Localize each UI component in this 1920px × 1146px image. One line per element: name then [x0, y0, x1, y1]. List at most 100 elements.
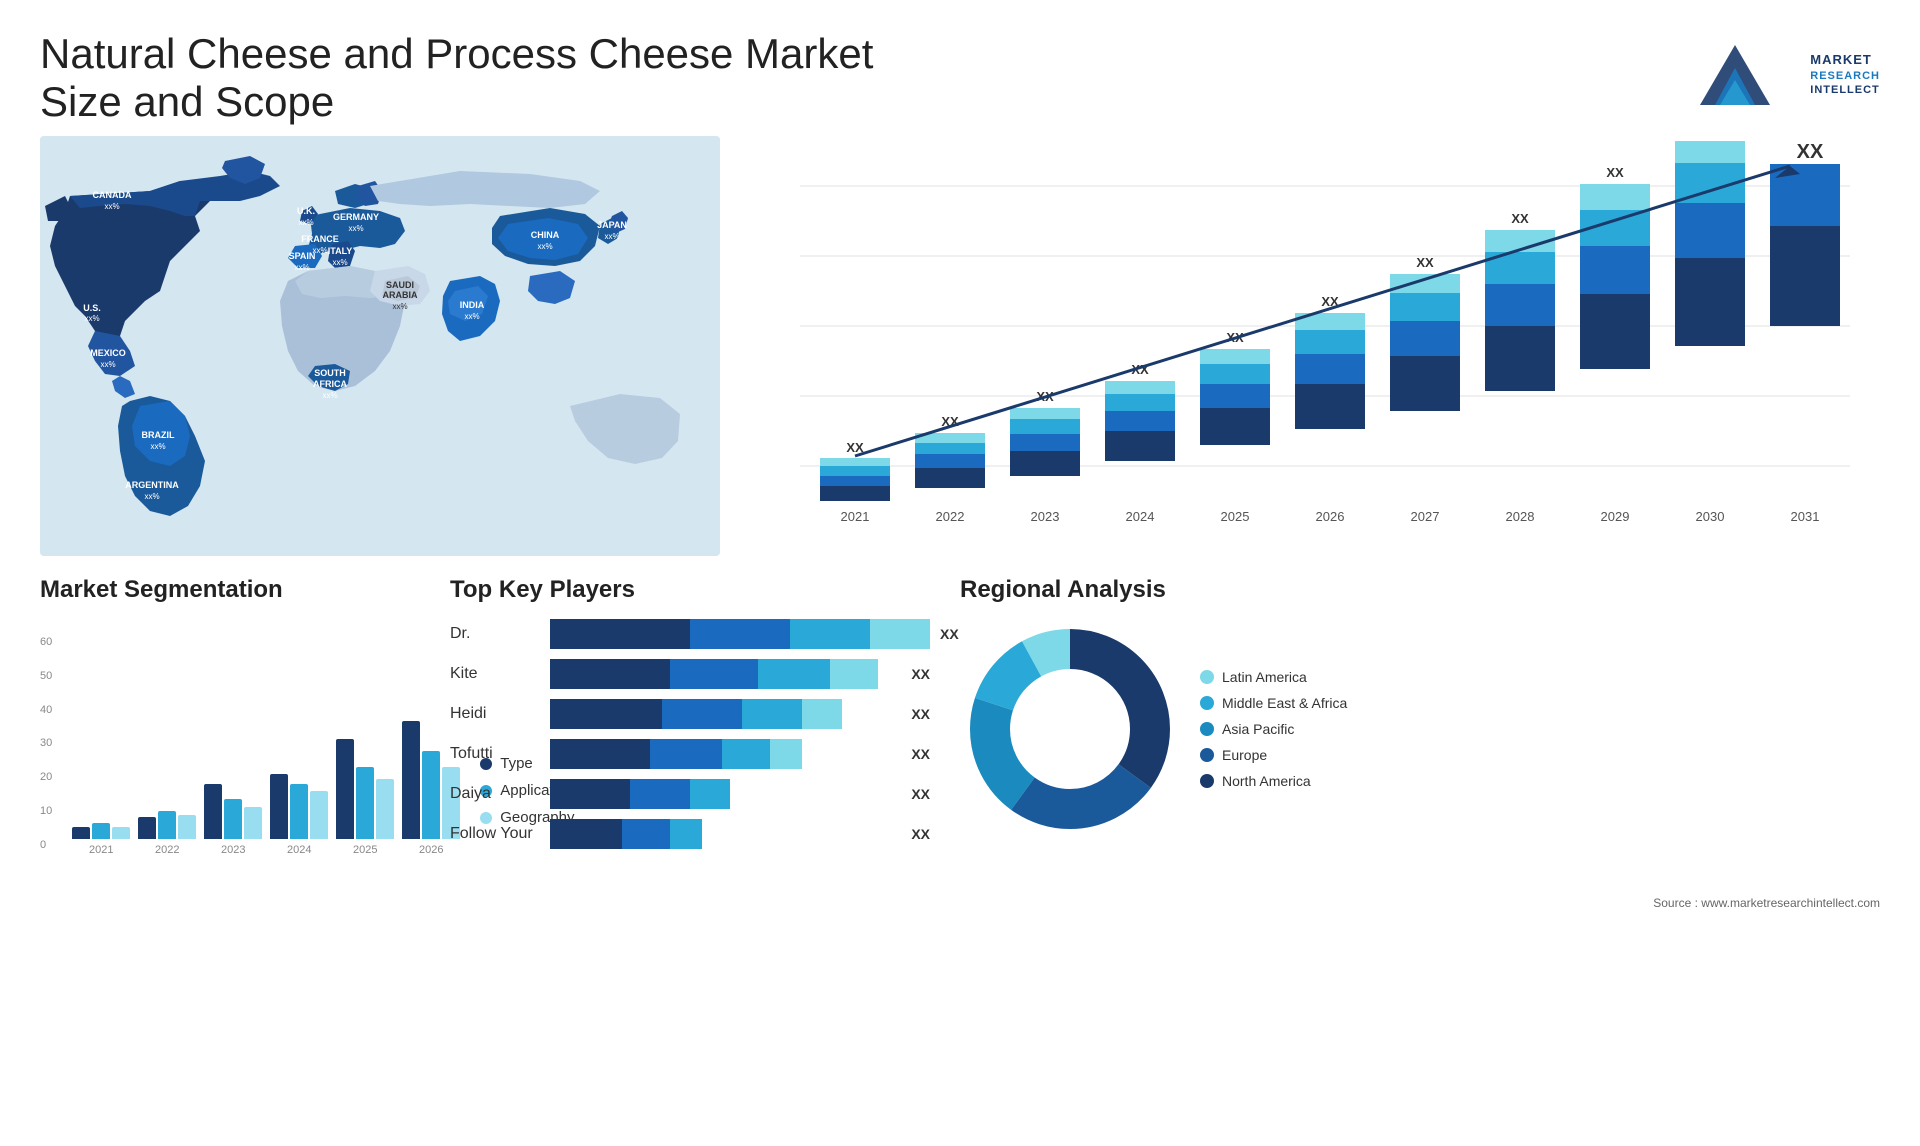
svg-text:xx%: xx% [100, 360, 115, 369]
svg-text:ARGENTINA: ARGENTINA [125, 480, 179, 490]
svg-text:2021: 2021 [841, 509, 870, 524]
seg-bar-group-2023 [204, 784, 262, 839]
svg-text:2030: 2030 [1696, 509, 1725, 524]
player-bar-kite [550, 659, 901, 689]
player-xx-kite: XX [911, 666, 930, 682]
header: Natural Cheese and Process Cheese Market… [0, 0, 1920, 136]
regional-label-asia: Asia Pacific [1222, 721, 1294, 737]
seg-bar-type-2026 [402, 721, 420, 839]
svg-text:XX: XX [1511, 211, 1529, 226]
svg-text:GERMANY: GERMANY [333, 212, 379, 222]
svg-text:xx%: xx% [144, 492, 159, 501]
player-xx-heidi: XX [911, 706, 930, 722]
map-section: CANADA xx% U.S. xx% MEXICO xx% BRAZIL xx… [40, 136, 720, 556]
seg-chart-area: 60 50 40 30 20 10 0 [40, 619, 420, 856]
player-bar-dr [550, 619, 930, 649]
regional-dot-europe [1200, 748, 1214, 762]
seg-x-label-2022: 2022 [138, 844, 196, 856]
world-map-svg: CANADA xx% U.S. xx% MEXICO xx% BRAZIL xx… [40, 136, 720, 556]
svg-text:SPAIN: SPAIN [289, 251, 316, 261]
svg-text:CANADA: CANADA [93, 190, 132, 200]
svg-text:INDIA: INDIA [460, 300, 485, 310]
svg-text:CHINA: CHINA [531, 230, 560, 240]
regional-section: Regional Analysis Latin Ame [960, 576, 1880, 886]
player-bar-followyour [550, 819, 901, 849]
seg-bar-geo-2024 [310, 791, 328, 839]
svg-text:xx%: xx% [84, 314, 99, 323]
svg-text:U.K.: U.K. [297, 206, 315, 216]
svg-text:U.S.: U.S. [83, 303, 101, 313]
svg-text:xx%: xx% [537, 242, 552, 251]
seg-bar-app-2022 [158, 811, 176, 839]
svg-text:SOUTH: SOUTH [314, 368, 346, 378]
bottom-section: Market Segmentation 60 50 40 30 20 10 0 [0, 556, 1920, 896]
regional-legend-mea: Middle East & Africa [1200, 695, 1347, 711]
svg-text:xx%: xx% [348, 224, 363, 233]
player-name-kite: Kite [450, 665, 540, 683]
player-row-kite: Kite XX [450, 659, 930, 689]
seg-bar-app-2024 [290, 784, 308, 839]
seg-x-label-2025: 2025 [336, 844, 394, 856]
seg-bar-type-2023 [204, 784, 222, 839]
svg-text:XX: XX [1606, 165, 1624, 180]
svg-text:xx%: xx% [392, 302, 407, 311]
seg-bar-geo-2021 [112, 827, 130, 839]
svg-text:ITALY: ITALY [328, 246, 353, 256]
player-rows: Dr. XX Kite XX [450, 619, 930, 849]
player-name-followyour: Follow Your [450, 825, 540, 843]
seg-bar-type-2025 [336, 739, 354, 839]
svg-text:xx%: xx% [150, 442, 165, 451]
player-bar-tofutti [550, 739, 901, 769]
bar-chart-section: XX 2021 XX 2022 XX 2023 XX 2024 [740, 136, 1880, 556]
player-name-heidi: Heidi [450, 705, 540, 723]
regional-legend-latin: Latin America [1200, 669, 1347, 685]
players-title: Top Key Players [450, 576, 930, 604]
seg-bar-app-2023 [224, 799, 242, 839]
main-content: CANADA xx% U.S. xx% MEXICO xx% BRAZIL xx… [0, 136, 1920, 556]
svg-text:2028: 2028 [1506, 509, 1535, 524]
svg-text:MEXICO: MEXICO [90, 348, 126, 358]
svg-text:xx%: xx% [464, 312, 479, 321]
logo-area: MARKET RESEARCH INTELLECT [1670, 30, 1880, 120]
svg-text:xx%: xx% [104, 202, 119, 211]
svg-text:xx%: xx% [322, 391, 337, 400]
regional-label-mea: Middle East & Africa [1222, 695, 1347, 711]
regional-dot-latin [1200, 670, 1214, 684]
seg-bar-group-2021 [72, 823, 130, 839]
regional-legend: Latin America Middle East & Africa Asia … [1200, 669, 1347, 789]
seg-x-label-2024: 2024 [270, 844, 328, 856]
donut-chart-svg [960, 619, 1180, 839]
regional-dot-asia [1200, 722, 1214, 736]
seg-bar-group-2022 [138, 811, 196, 839]
svg-text:xx%: xx% [294, 263, 309, 272]
page-title: Natural Cheese and Process Cheese Market… [40, 30, 940, 126]
seg-bar-geo-2025 [376, 779, 394, 839]
seg-bar-type-2022 [138, 817, 156, 839]
player-name-dr: Dr. [450, 625, 540, 643]
svg-text:2023: 2023 [1031, 509, 1060, 524]
bar-chart-svg: XX 2021 XX 2022 XX 2023 XX 2024 [760, 136, 1880, 556]
regional-title: Regional Analysis [960, 576, 1880, 604]
seg-bar-type-2024 [270, 774, 288, 839]
svg-text:XX: XX [1701, 136, 1719, 139]
regional-label-latin: Latin America [1222, 669, 1307, 685]
segmentation-section: Market Segmentation 60 50 40 30 20 10 0 [40, 576, 420, 886]
seg-bar-geo-2023 [244, 807, 262, 839]
svg-text:FRANCE: FRANCE [301, 234, 339, 244]
svg-text:ARABIA: ARABIA [383, 290, 418, 300]
player-bar-heidi [550, 699, 901, 729]
regional-legend-northamerica: North America [1200, 773, 1347, 789]
donut-area: Latin America Middle East & Africa Asia … [960, 619, 1880, 839]
svg-text:xx%: xx% [604, 232, 619, 241]
regional-legend-asia: Asia Pacific [1200, 721, 1347, 737]
player-xx-followyour: XX [911, 826, 930, 842]
seg-bar-geo-2022 [178, 815, 196, 839]
player-row-dr: Dr. XX [450, 619, 930, 649]
player-name-daiya: Daiya [450, 785, 540, 803]
players-section: Top Key Players Dr. XX Kite [450, 576, 930, 886]
svg-text:xx%: xx% [298, 218, 313, 227]
seg-bar-group-2024 [270, 774, 328, 839]
regional-dot-northamerica [1200, 774, 1214, 788]
svg-text:JAPAN: JAPAN [597, 220, 627, 230]
seg-bar-app-2026 [422, 751, 440, 839]
